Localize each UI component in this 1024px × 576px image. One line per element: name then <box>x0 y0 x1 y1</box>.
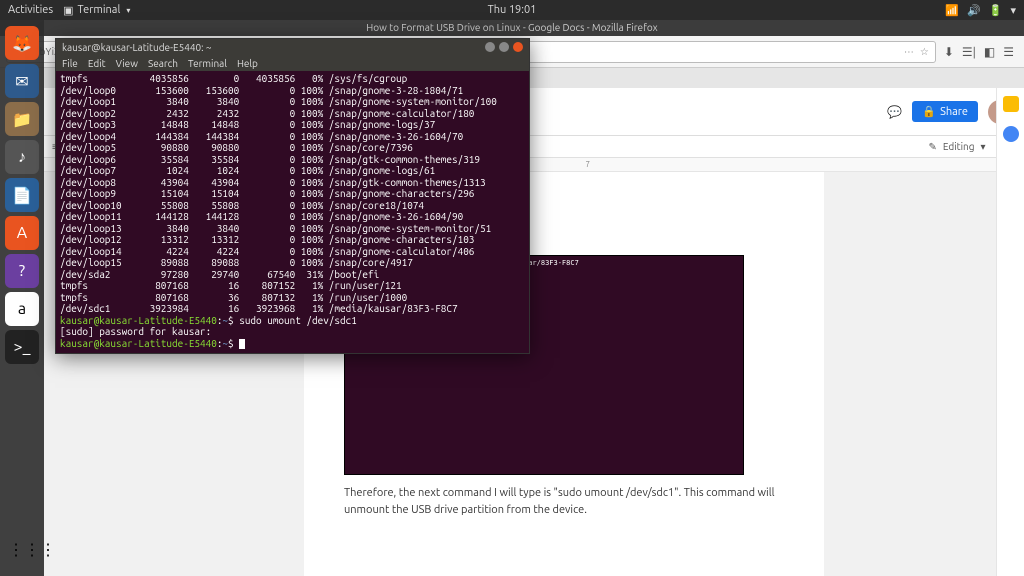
menu-edit[interactable]: Edit <box>88 58 106 69</box>
ubuntu-dock: 🦊 ✉ 📁 ♪ 📄 A ? a >_ ⋮⋮⋮ <box>0 20 44 576</box>
software-launcher-icon[interactable]: A <box>5 216 39 250</box>
pencil-icon: ✎ <box>928 141 936 153</box>
terminal-icon: ▣ <box>63 4 73 17</box>
terminal-window: kausar@kausar-Latitude-E5440: ~ File Edi… <box>55 38 530 354</box>
firefox-titlebar: How to Format USB Drive on Linux - Googl… <box>0 20 1024 36</box>
app-menu[interactable]: ▣ Terminal <box>63 4 130 17</box>
share-button[interactable]: 🔒 Share <box>912 101 978 122</box>
docs-sidepanel <box>996 88 1024 576</box>
menu-terminal[interactable]: Terminal <box>188 58 227 69</box>
chevron-down-icon: ▾ <box>980 141 985 153</box>
network-icon[interactable]: 📶 <box>945 4 959 17</box>
files-launcher-icon[interactable]: 📁 <box>5 102 39 136</box>
amazon-launcher-icon[interactable]: a <box>5 292 39 326</box>
activities-button[interactable]: Activities <box>8 4 53 16</box>
menu-file[interactable]: File <box>62 58 78 69</box>
thunderbird-launcher-icon[interactable]: ✉ <box>5 64 39 98</box>
sidebars-icon[interactable]: ◧ <box>984 45 995 59</box>
comment-icon[interactable]: 💬 <box>887 105 902 119</box>
clock[interactable]: Thu 19:01 <box>488 4 537 16</box>
minimize-icon[interactable] <box>485 42 495 52</box>
menu-help[interactable]: Help <box>237 58 258 69</box>
terminal-title-text: kausar@kausar-Latitude-E5440: ~ <box>62 42 212 53</box>
editing-mode[interactable]: Editing <box>943 141 975 152</box>
library-icon[interactable]: ☰| <box>962 45 976 59</box>
close-icon[interactable] <box>513 42 523 52</box>
hamburger-menu-icon[interactable]: ☰ <box>1003 45 1014 59</box>
battery-icon[interactable]: 🔋 <box>989 4 1003 17</box>
downloads-icon[interactable]: ⬇ <box>944 45 954 59</box>
page-actions-icon[interactable]: ⋯ <box>904 46 914 58</box>
terminal-menubar: File Edit View Search Terminal Help <box>56 55 529 71</box>
help-launcher-icon[interactable]: ? <box>5 254 39 288</box>
doc-body-text: Therefore, the next command I will type … <box>344 485 784 518</box>
bookmark-star-icon[interactable]: ☆ <box>920 46 929 58</box>
keep-icon[interactable] <box>1003 96 1019 112</box>
terminal-launcher-icon[interactable]: >_ <box>5 330 39 364</box>
tasks-icon[interactable] <box>1003 126 1019 142</box>
writer-launcher-icon[interactable]: 📄 <box>5 178 39 212</box>
rhythmbox-launcher-icon[interactable]: ♪ <box>5 140 39 174</box>
cursor <box>239 339 245 349</box>
menu-view[interactable]: View <box>116 58 138 69</box>
volume-icon[interactable]: 🔊 <box>967 4 981 17</box>
terminal-body[interactable]: tmpfs 4035856 0 4035856 0% /sys/fs/cgrou… <box>56 71 529 351</box>
menu-search[interactable]: Search <box>148 58 178 69</box>
firefox-launcher-icon[interactable]: 🦊 <box>5 26 39 60</box>
terminal-titlebar[interactable]: kausar@kausar-Latitude-E5440: ~ <box>56 39 529 55</box>
show-applications-icon[interactable]: ⋮⋮⋮ <box>8 540 36 568</box>
lock-icon: 🔒 <box>922 105 936 118</box>
maximize-icon[interactable] <box>499 42 509 52</box>
gnome-topbar: Activities ▣ Terminal Thu 19:01 📶 🔊 🔋 ▾ <box>0 0 1024 20</box>
power-menu-caret[interactable]: ▾ <box>1010 4 1016 17</box>
